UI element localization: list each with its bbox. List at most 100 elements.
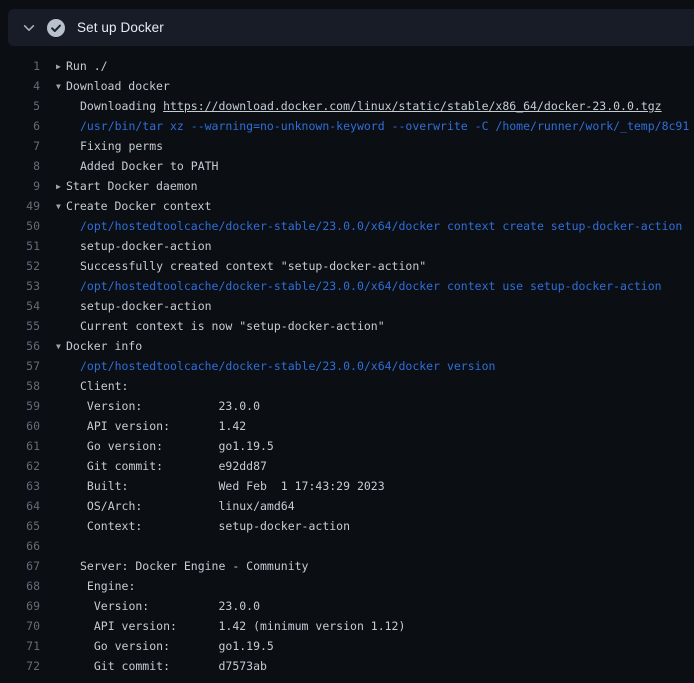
line-content: API version: 1.42 (minimum version 1.12) <box>40 616 405 636</box>
check-circle-icon <box>47 19 65 37</box>
line-number[interactable]: 6 <box>0 116 40 136</box>
line-content: ▶Start Docker daemon <box>40 176 198 196</box>
log-line: 59 Version: 23.0.0 <box>0 396 694 416</box>
line-number[interactable]: 8 <box>0 156 40 176</box>
line-number[interactable]: 64 <box>0 496 40 516</box>
log-line[interactable]: 9▶Start Docker daemon <box>0 176 694 196</box>
line-number[interactable]: 55 <box>0 316 40 336</box>
log-line[interactable]: 4 ▼Download docker <box>0 76 694 96</box>
line-number[interactable]: 50 <box>0 216 40 236</box>
line-number[interactable]: 67 <box>0 556 40 576</box>
line-content: Context: setup-docker-action <box>40 516 350 536</box>
line-content: /opt/hostedtoolcache/docker-stable/23.0.… <box>40 276 662 296</box>
line-content: ▼Create Docker context <box>40 196 211 216</box>
line-number[interactable]: 59 <box>0 396 40 416</box>
line-number[interactable]: 58 <box>0 376 40 396</box>
line-number[interactable]: 60 <box>0 416 40 436</box>
line-number[interactable]: 68 <box>0 576 40 596</box>
line-content <box>40 536 80 556</box>
line-number[interactable]: 49 <box>0 196 40 216</box>
line-number[interactable]: 62 <box>0 456 40 476</box>
group-expand-icon[interactable]: ▶ <box>56 177 66 197</box>
log-url-link[interactable]: https://download.docker.com/linux/static… <box>163 99 662 113</box>
line-number[interactable]: 5 <box>0 96 40 116</box>
log-line: 66 <box>0 536 694 556</box>
command-text: /opt/hostedtoolcache/docker-stable/23.0.… <box>80 359 495 373</box>
line-number[interactable]: 1 <box>0 56 40 76</box>
log-line: 67Server: Docker Engine - Community <box>0 556 694 576</box>
step-title: Set up Docker <box>77 20 164 35</box>
line-content: setup-docker-action <box>40 236 212 256</box>
line-content: Version: 23.0.0 <box>40 396 260 416</box>
log-line: 57/opt/hostedtoolcache/docker-stable/23.… <box>0 356 694 376</box>
line-content: Fixing perms <box>40 136 163 156</box>
group-collapse-icon[interactable]: ▼ <box>56 197 66 217</box>
log-line: 69 Version: 23.0.0 <box>0 596 694 616</box>
line-content: OS/Arch: linux/amd64 <box>40 496 295 516</box>
log-line: 60 API version: 1.42 <box>0 416 694 436</box>
group-title: Create Docker context <box>66 199 211 213</box>
line-content: Go version: go1.19.5 <box>40 436 274 456</box>
line-number[interactable]: 9 <box>0 176 40 196</box>
line-content: API version: 1.42 <box>40 416 246 436</box>
log-line: 61 Go version: go1.19.5 <box>0 436 694 456</box>
line-content: Downloading https://download.docker.com/… <box>40 96 662 116</box>
group-title: Start Docker daemon <box>66 179 198 193</box>
line-number[interactable]: 52 <box>0 256 40 276</box>
group-title: Run ./ <box>66 59 108 73</box>
line-number[interactable]: 54 <box>0 296 40 316</box>
line-number[interactable]: 61 <box>0 436 40 456</box>
group-collapse-icon[interactable]: ▼ <box>56 337 66 357</box>
log-line: 52Successfully created context "setup-do… <box>0 256 694 276</box>
log-line[interactable]: 1▶Run ./ <box>0 56 694 76</box>
group-collapse-icon[interactable]: ▼ <box>56 77 66 97</box>
line-content: Added Docker to PATH <box>40 156 218 176</box>
line-number[interactable]: 63 <box>0 476 40 496</box>
log-line: 7Fixing perms <box>0 136 694 156</box>
line-number[interactable]: 57 <box>0 356 40 376</box>
log-line: 62 Git commit: e92dd87 <box>0 456 694 476</box>
log-line: 53/opt/hostedtoolcache/docker-stable/23.… <box>0 276 694 296</box>
log-line: 71 Go version: go1.19.5 <box>0 636 694 656</box>
line-content: ▼Docker info <box>40 336 142 356</box>
line-number[interactable]: 7 <box>0 136 40 156</box>
log-line: 55Current context is now "setup-docker-a… <box>0 316 694 336</box>
line-number[interactable]: 71 <box>0 636 40 656</box>
line-number[interactable]: 4 <box>0 76 40 96</box>
log-line: 51setup-docker-action <box>0 236 694 256</box>
log-line: 6/usr/bin/tar xz --warning=no-unknown-ke… <box>0 116 694 136</box>
log-line: 58Client: <box>0 376 694 396</box>
command-text: /opt/hostedtoolcache/docker-stable/23.0.… <box>80 219 682 233</box>
log-line: 70 API version: 1.42 (minimum version 1.… <box>0 616 694 636</box>
log-line: 8Added Docker to PATH <box>0 156 694 176</box>
line-number[interactable]: 65 <box>0 516 40 536</box>
log-line: 54setup-docker-action <box>0 296 694 316</box>
line-content: ▶Run ./ <box>40 56 108 76</box>
line-content: Git commit: d7573ab <box>40 656 267 676</box>
line-number[interactable]: 66 <box>0 536 40 556</box>
step-header[interactable]: Set up Docker <box>8 9 694 46</box>
line-content: Current context is now "setup-docker-act… <box>40 316 385 336</box>
line-content: Git commit: e92dd87 <box>40 456 267 476</box>
log-line[interactable]: 56▼Docker info <box>0 336 694 356</box>
line-number[interactable]: 51 <box>0 236 40 256</box>
line-number[interactable]: 69 <box>0 596 40 616</box>
log-line: 63 Built: Wed Feb 1 17:43:29 2023 <box>0 476 694 496</box>
line-content: Engine: <box>40 576 135 596</box>
line-content: /usr/bin/tar xz --warning=no-unknown-key… <box>40 116 689 136</box>
log-line: 50/opt/hostedtoolcache/docker-stable/23.… <box>0 216 694 236</box>
chevron-down-icon[interactable] <box>22 21 36 35</box>
group-expand-icon[interactable]: ▶ <box>56 57 66 77</box>
group-title: Download docker <box>66 79 170 93</box>
log-body: 1▶Run ./4▼Download docker5Downloading ht… <box>0 47 694 676</box>
log-line[interactable]: 49▼Create Docker context <box>0 196 694 216</box>
log-line: 65 Context: setup-docker-action <box>0 516 694 536</box>
line-number[interactable]: 56 <box>0 336 40 356</box>
command-text: /usr/bin/tar xz --warning=no-unknown-key… <box>80 119 689 133</box>
line-number[interactable]: 53 <box>0 276 40 296</box>
line-number[interactable]: 70 <box>0 616 40 636</box>
command-text: /opt/hostedtoolcache/docker-stable/23.0.… <box>80 279 662 293</box>
line-number[interactable]: 72 <box>0 656 40 676</box>
group-title: Docker info <box>66 339 142 353</box>
log-line: 5Downloading https://download.docker.com… <box>0 96 694 116</box>
